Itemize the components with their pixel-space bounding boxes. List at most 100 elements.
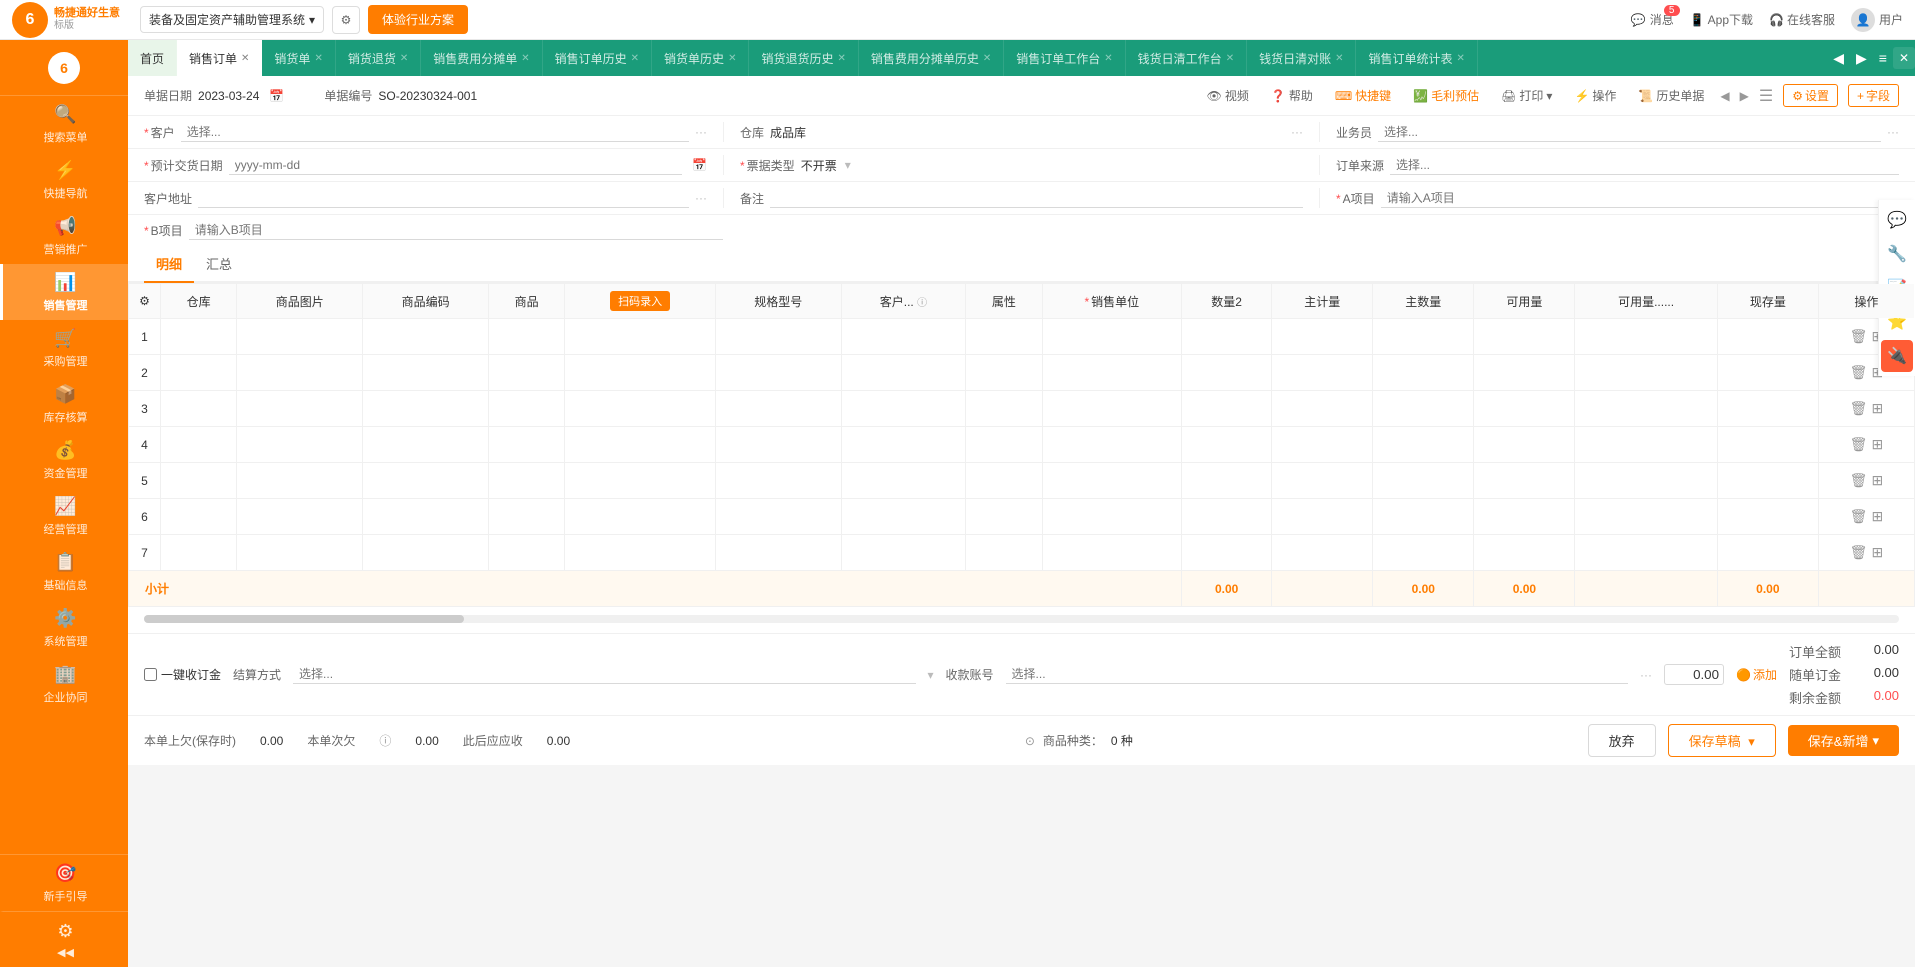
row-6-warehouse[interactable] bbox=[161, 499, 237, 535]
tab-goods-history[interactable]: 销货单历史 ✕ bbox=[652, 40, 749, 76]
row-1-main-qty[interactable] bbox=[1373, 319, 1474, 355]
tab-home[interactable]: 首页 bbox=[128, 40, 177, 76]
invoice-value[interactable]: 不开票 bbox=[801, 157, 837, 174]
row-1-quantity2[interactable] bbox=[1182, 319, 1272, 355]
row-6-copy-icon[interactable]: ⊞ bbox=[1871, 508, 1883, 525]
row-1-warehouse[interactable] bbox=[161, 319, 237, 355]
row-3-product[interactable] bbox=[488, 391, 564, 427]
operation-btn[interactable]: ⚡ 操作 bbox=[1568, 85, 1622, 106]
address-dots[interactable]: ··· bbox=[695, 191, 707, 205]
row-1-customer-code[interactable] bbox=[841, 319, 965, 355]
row-1-sales-unit[interactable] bbox=[1042, 319, 1182, 355]
warehouse-dots[interactable]: ··· bbox=[1291, 125, 1303, 139]
row-7-copy-icon[interactable]: ⊞ bbox=[1871, 544, 1883, 561]
row-4-sales-unit[interactable] bbox=[1042, 427, 1182, 463]
panel-icon-chat[interactable]: 💬 bbox=[1881, 204, 1913, 236]
sidebar-item-purchase[interactable]: 🛒 采购管理 bbox=[0, 320, 128, 376]
sidebar-item-search[interactable]: 🔍 搜索菜单 bbox=[0, 96, 128, 152]
sidebar-item-enterprise[interactable]: 🏢 企业协同 bbox=[0, 656, 128, 712]
row-7-product-code[interactable] bbox=[363, 535, 489, 571]
a-project-input[interactable] bbox=[1381, 189, 1899, 208]
col-scan[interactable]: 扫码录入 bbox=[565, 284, 716, 319]
save-new-arrow[interactable]: ▾ bbox=[1872, 733, 1879, 749]
detail-tab-summary[interactable]: 汇总 bbox=[194, 246, 244, 283]
one-click-checkbox[interactable]: 一键收订金 bbox=[144, 666, 221, 683]
tab-prev-btn[interactable]: ◀ bbox=[1827, 50, 1850, 67]
account-dots[interactable]: ··· bbox=[1640, 668, 1652, 682]
row-7-customer-code[interactable] bbox=[841, 535, 965, 571]
row-6-delete-icon[interactable]: 🗑 bbox=[1850, 508, 1868, 525]
row-1-spec[interactable] bbox=[715, 319, 841, 355]
panel-icon-settings[interactable]: 🔧 bbox=[1881, 238, 1913, 270]
row-2-sales-unit[interactable] bbox=[1042, 355, 1182, 391]
tab-menu-btn[interactable]: ≡ bbox=[1873, 50, 1893, 66]
sidebar-item-inventory[interactable]: 📦 库存核算 bbox=[0, 376, 128, 432]
row-6-quantity2[interactable] bbox=[1182, 499, 1272, 535]
one-click-check[interactable] bbox=[144, 668, 157, 681]
row-6-customer-code[interactable] bbox=[841, 499, 965, 535]
row-5-main-qty[interactable] bbox=[1373, 463, 1474, 499]
row-7-spec[interactable] bbox=[715, 535, 841, 571]
row-3-warehouse[interactable] bbox=[161, 391, 237, 427]
b-project-input[interactable] bbox=[189, 221, 723, 240]
tab-expense-history[interactable]: 销售费用分摊单历史 ✕ bbox=[859, 40, 1004, 76]
row-2-attribute[interactable] bbox=[966, 355, 1042, 391]
settings-button[interactable]: ⚙ bbox=[332, 6, 360, 34]
row-2-product-code[interactable] bbox=[363, 355, 489, 391]
tab-sales-order[interactable]: 销售订单 ✕ bbox=[177, 40, 262, 76]
payment-arrow[interactable]: ▾ bbox=[928, 668, 934, 682]
tab-expense[interactable]: 销售费用分摊单 ✕ bbox=[421, 40, 542, 76]
current-debt-info[interactable]: ⓘ bbox=[379, 732, 391, 749]
sidebar-collapse-btn[interactable]: ⚙ ◀◀ bbox=[0, 911, 128, 967]
row-7-delete-icon[interactable]: 🗑 bbox=[1850, 544, 1868, 561]
tab-close-return-history[interactable]: ✕ bbox=[837, 53, 845, 64]
row-2-delete-icon[interactable]: 🗑 bbox=[1850, 364, 1868, 381]
save-new-button[interactable]: 保存&新增 ▾ bbox=[1788, 725, 1899, 756]
list-view-btn[interactable]: ☰ bbox=[1759, 86, 1773, 106]
row-7-main-qty[interactable] bbox=[1373, 535, 1474, 571]
detail-tab-detail[interactable]: 明细 bbox=[144, 246, 194, 283]
tab-close-goods[interactable]: ✕ bbox=[314, 53, 322, 64]
row-3-delete-icon[interactable]: 🗑 bbox=[1850, 400, 1868, 417]
sidebar-item-operation[interactable]: 📈 经营管理 bbox=[0, 488, 128, 544]
row-4-main-qty[interactable] bbox=[1373, 427, 1474, 463]
row-4-product[interactable] bbox=[488, 427, 564, 463]
row-4-attribute[interactable] bbox=[966, 427, 1042, 463]
tab-stats[interactable]: 销售订单统计表 ✕ bbox=[1356, 40, 1477, 76]
app-download-link[interactable]: 📱 App下载 bbox=[1690, 11, 1753, 28]
row-4-quantity2[interactable] bbox=[1182, 427, 1272, 463]
help-btn[interactable]: ❓ 帮助 bbox=[1265, 85, 1319, 106]
sidebar-item-sales[interactable]: 📊 销售管理 bbox=[0, 264, 128, 320]
row-4-delete-icon[interactable]: 🗑 bbox=[1850, 436, 1868, 453]
plan-button[interactable]: 体验行业方案 bbox=[368, 5, 468, 34]
tab-close-expense[interactable]: ✕ bbox=[521, 53, 529, 64]
staff-dots[interactable]: ··· bbox=[1887, 125, 1899, 139]
calendar-icon[interactable]: 📅 bbox=[269, 89, 284, 103]
row-3-customer-code[interactable] bbox=[841, 391, 965, 427]
row-5-delete-icon[interactable]: 🗑 bbox=[1850, 472, 1868, 489]
next-record-btn[interactable]: ▶ bbox=[1740, 89, 1749, 103]
tab-close-return[interactable]: ✕ bbox=[400, 53, 408, 64]
history-btn[interactable]: 📜 历史单据 bbox=[1632, 85, 1710, 106]
tab-sales-goods[interactable]: 销货单 ✕ bbox=[262, 40, 335, 76]
row-2-customer-code[interactable] bbox=[841, 355, 965, 391]
row-1-attribute[interactable] bbox=[966, 319, 1042, 355]
row-5-spec[interactable] bbox=[715, 463, 841, 499]
row-3-sales-unit[interactable] bbox=[1042, 391, 1182, 427]
scan-button[interactable]: 扫码录入 bbox=[610, 291, 670, 311]
row-1-product[interactable] bbox=[488, 319, 564, 355]
row-4-product-code[interactable] bbox=[363, 427, 489, 463]
row-6-product-code[interactable] bbox=[363, 499, 489, 535]
row-7-warehouse[interactable] bbox=[161, 535, 237, 571]
invoice-arrow[interactable]: ▾ bbox=[845, 158, 851, 172]
online-service-link[interactable]: 🎧 在线客服 bbox=[1769, 11, 1835, 28]
row-4-spec[interactable] bbox=[715, 427, 841, 463]
address-input[interactable] bbox=[198, 189, 689, 208]
sidebar-item-finance[interactable]: 💰 资金管理 bbox=[0, 432, 128, 488]
staff-input[interactable] bbox=[1378, 123, 1881, 142]
row-5-product-code[interactable] bbox=[363, 463, 489, 499]
row-3-copy-icon[interactable]: ⊞ bbox=[1871, 400, 1883, 417]
tab-close-sales-order[interactable]: ✕ bbox=[241, 53, 249, 64]
row-3-spec[interactable] bbox=[715, 391, 841, 427]
tab-close-daily[interactable]: ✕ bbox=[1226, 53, 1234, 64]
